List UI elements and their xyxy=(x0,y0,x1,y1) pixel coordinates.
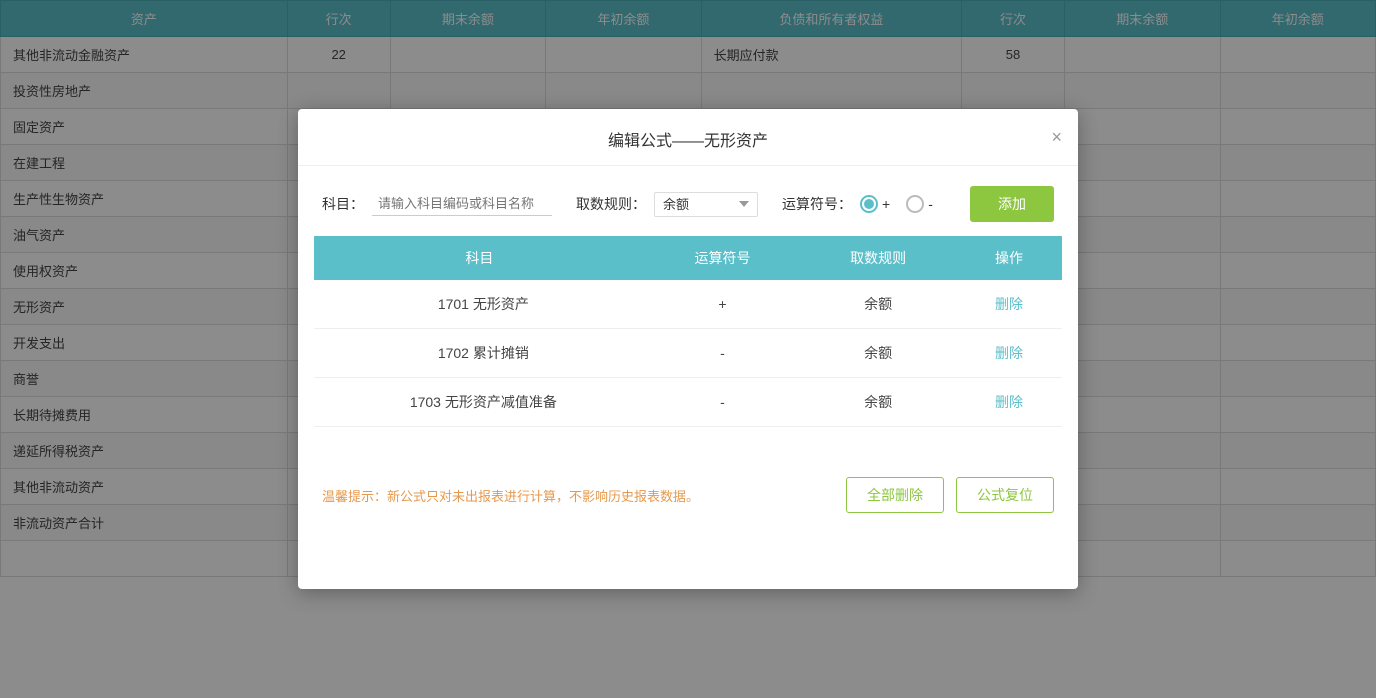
footer-hint: 温馨提示：新公式只对未出报表进行计算，不影响历史报表数据。 xyxy=(322,486,699,505)
formula-table: 科目 运算符号 取数规则 操作 1701 无形资产+余额删除1702 累计摊销-… xyxy=(314,236,1062,427)
formula-rule: 余额 xyxy=(800,329,956,378)
formula-subject: 1703 无形资产减值准备 xyxy=(314,378,645,427)
operator-plus-label: + xyxy=(882,196,890,212)
formula-form-row: 科目： 取数规则： 余额 借方发生额 贷方发生额 运算符号： xyxy=(298,166,1078,236)
delete-all-button[interactable]: 全部删除 xyxy=(846,477,944,513)
th-subject: 科目 xyxy=(314,236,645,280)
modal-footer: 温馨提示：新公式只对未出报表进行计算，不影响历史报表数据。 全部删除 公式复位 xyxy=(298,457,1078,523)
rule-select[interactable]: 余额 借方发生额 贷方发生额 xyxy=(654,192,758,217)
formula-action: 删除 xyxy=(956,329,1062,378)
subject-label: 科目： xyxy=(322,194,364,214)
formula-table-wrap: 科目 运算符号 取数规则 操作 1701 无形资产+余额删除1702 累计摊销-… xyxy=(298,236,1078,427)
operator-minus-radio[interactable]: - xyxy=(906,195,933,213)
formula-table-body: 1701 无形资产+余额删除1702 累计摊销-余额删除1703 无形资产减值准… xyxy=(314,280,1062,427)
formula-subject: 1701 无形资产 xyxy=(314,280,645,329)
footer-buttons: 全部删除 公式复位 xyxy=(846,477,1054,513)
rule-select-wrap: 余额 借方发生额 贷方发生额 xyxy=(654,192,758,217)
formula-subject: 1702 累计摊销 xyxy=(314,329,645,378)
page-container: 资产 行次 期末余额 年初余额 负债和所有者权益 行次 期末余额 年初余额 其他… xyxy=(0,0,1376,698)
rule-label: 取数规则： xyxy=(576,194,646,214)
table-header-row: 科目 运算符号 取数规则 操作 xyxy=(314,236,1062,280)
operator-label: 运算符号： xyxy=(782,194,852,214)
modal-header: 编辑公式——无形资产 × xyxy=(298,109,1078,166)
operator-plus-radio[interactable]: + xyxy=(860,195,890,213)
formula-operator: - xyxy=(645,329,801,378)
subject-field: 科目： xyxy=(322,192,552,216)
modal-overlay: 编辑公式——无形资产 × 科目： 取数规则： 余额 借方发生额 贷方发生额 xyxy=(0,0,1376,698)
formula-operator: - xyxy=(645,378,801,427)
formula-operator: + xyxy=(645,280,801,329)
delete-link[interactable]: 删除 xyxy=(995,296,1023,312)
operator-radio-group: + - xyxy=(860,195,933,213)
delete-link[interactable]: 删除 xyxy=(995,394,1023,410)
formula-action: 删除 xyxy=(956,280,1062,329)
formula-action: 删除 xyxy=(956,378,1062,427)
delete-link[interactable]: 删除 xyxy=(995,345,1023,361)
operator-minus-label: - xyxy=(928,196,933,212)
rule-field: 取数规则： 余额 借方发生额 贷方发生额 xyxy=(576,192,758,217)
add-button[interactable]: 添加 xyxy=(970,186,1054,222)
th-operator: 运算符号 xyxy=(645,236,801,280)
radio-minus-circle xyxy=(906,195,924,213)
radio-plus-circle xyxy=(860,195,878,213)
table-row: 1702 累计摊销-余额 删除 xyxy=(314,329,1062,378)
th-action: 操作 xyxy=(956,236,1062,280)
modal-title: 编辑公式——无形资产 xyxy=(608,133,768,150)
operator-field: 运算符号： + - xyxy=(782,194,933,214)
edit-formula-modal: 编辑公式——无形资产 × 科目： 取数规则： 余额 借方发生额 贷方发生额 xyxy=(298,109,1078,589)
table-row: 1701 无形资产+余额 删除 xyxy=(314,280,1062,329)
subject-input[interactable] xyxy=(372,192,552,216)
th-rule: 取数规则 xyxy=(800,236,956,280)
formula-rule: 余额 xyxy=(800,280,956,329)
modal-close-button[interactable]: × xyxy=(1051,128,1062,146)
table-row: 1703 无形资产减值准备-余额 删除 xyxy=(314,378,1062,427)
formula-rule: 余额 xyxy=(800,378,956,427)
reset-formula-button[interactable]: 公式复位 xyxy=(956,477,1054,513)
